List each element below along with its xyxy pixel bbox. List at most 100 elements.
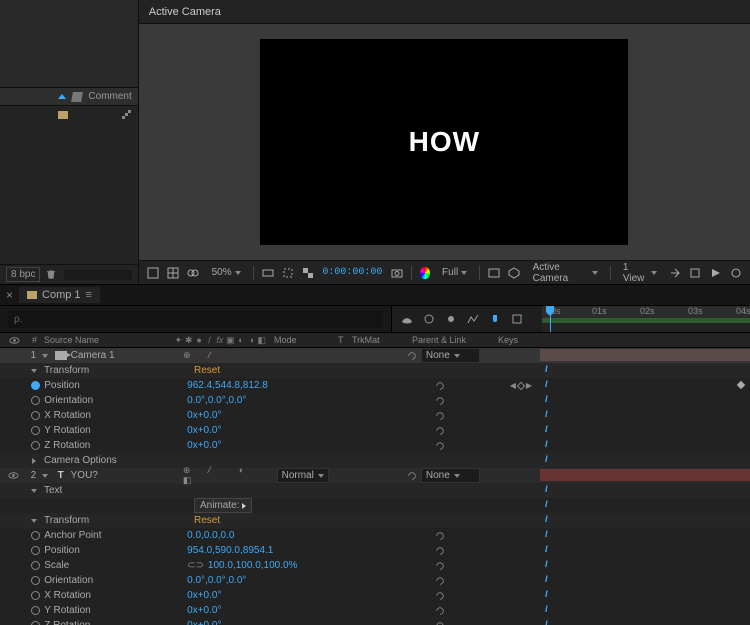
property-row[interactable]: Anchor Point 0.0,0.0,0.0 I bbox=[0, 528, 750, 543]
twirl-icon[interactable] bbox=[31, 489, 37, 493]
num-col-header[interactable]: # bbox=[28, 333, 40, 347]
stopwatch-icon[interactable] bbox=[31, 381, 40, 390]
time-ruler[interactable]: 00s 01s 02s 03s 04s bbox=[542, 306, 750, 332]
property-row[interactable]: Orientation 0.0°,0.0°,0.0° I bbox=[0, 393, 750, 408]
close-tab-icon[interactable]: × bbox=[6, 288, 13, 302]
layer-row[interactable]: 2 TYOU? ⊕ / ◐ ◧ Normal None bbox=[0, 468, 750, 483]
stopwatch-icon[interactable] bbox=[31, 561, 40, 570]
reset-link[interactable]: Reset bbox=[194, 365, 220, 376]
stopwatch-icon[interactable] bbox=[31, 591, 40, 600]
parent-dropdown[interactable]: None bbox=[421, 468, 480, 483]
magnify-icon[interactable] bbox=[147, 266, 159, 280]
keys-col-header[interactable]: Keys bbox=[494, 333, 554, 347]
parent-col-header[interactable]: Parent & Link bbox=[408, 333, 494, 347]
pickwhip-icon[interactable] bbox=[435, 546, 445, 556]
property-value[interactable]: 0x+0.0° bbox=[187, 425, 221, 436]
pickwhip-icon[interactable] bbox=[435, 606, 445, 616]
property-row[interactable]: Z Rotation 0x+0.0° I bbox=[0, 438, 750, 453]
constrain-icon[interactable]: ⊂⊃ bbox=[187, 560, 204, 571]
project-search-well[interactable] bbox=[64, 270, 131, 280]
stopwatch-icon[interactable] bbox=[31, 441, 40, 450]
current-time[interactable]: 0:00:00:00 bbox=[322, 267, 382, 278]
twirl-icon[interactable] bbox=[42, 354, 48, 358]
share-view-icon[interactable] bbox=[669, 266, 681, 280]
snap-icon[interactable] bbox=[488, 312, 502, 326]
parent-dropdown[interactable]: None bbox=[421, 348, 480, 363]
stopwatch-icon[interactable] bbox=[31, 621, 40, 625]
exposure-icon[interactable] bbox=[730, 266, 742, 280]
property-value[interactable]: 954.0,590.0,8954.1 bbox=[187, 545, 273, 556]
pickwhip-icon[interactable] bbox=[435, 576, 445, 586]
layer-tracks-area[interactable]: 1 Camera 1 ⊕ / None Transform Reset I Po… bbox=[0, 348, 750, 625]
property-row[interactable]: X Rotation 0x+0.0° I bbox=[0, 588, 750, 603]
pickwhip-icon[interactable] bbox=[435, 411, 445, 421]
pickwhip-icon[interactable] bbox=[407, 351, 417, 361]
draft3d-icon[interactable] bbox=[508, 266, 520, 280]
property-row[interactable]: Y Rotation 0x+0.0° I bbox=[0, 423, 750, 438]
av-col-icon[interactable] bbox=[9, 335, 20, 346]
snapshot-icon[interactable] bbox=[390, 266, 402, 280]
fast-preview-icon[interactable] bbox=[710, 266, 722, 280]
resolution-dropdown[interactable]: Full bbox=[438, 266, 471, 279]
playhead[interactable] bbox=[550, 306, 551, 332]
work-area-bar[interactable] bbox=[542, 318, 750, 323]
property-row[interactable]: Y Rotation 0x+0.0° I bbox=[0, 603, 750, 618]
property-row[interactable]: Orientation 0.0°,0.0°,0.0° I bbox=[0, 573, 750, 588]
color-management-icon[interactable] bbox=[420, 267, 431, 279]
trkmat-col-header[interactable]: TrkMat bbox=[348, 333, 408, 347]
viewer-tab[interactable]: Active Camera bbox=[139, 0, 750, 24]
view-layout-icon[interactable] bbox=[488, 266, 500, 280]
keyframe-nav[interactable]: ◀▶ bbox=[510, 381, 532, 390]
project-items-area[interactable] bbox=[0, 106, 138, 264]
resolution-icon[interactable] bbox=[262, 266, 274, 280]
pickwhip-icon[interactable] bbox=[407, 471, 417, 481]
bpc-button[interactable]: 8 bpc bbox=[6, 267, 40, 282]
property-value[interactable]: 0x+0.0° bbox=[187, 605, 221, 616]
label-col-icon[interactable] bbox=[58, 94, 66, 99]
twirl-icon[interactable] bbox=[31, 519, 37, 523]
frame-blend-icon[interactable] bbox=[422, 312, 436, 326]
property-value[interactable]: 0x+0.0° bbox=[187, 620, 221, 625]
animate-button[interactable]: Animate: bbox=[194, 498, 252, 513]
twirl-icon[interactable] bbox=[32, 458, 36, 464]
composition-canvas[interactable]: HOW bbox=[260, 39, 628, 245]
stopwatch-icon[interactable] bbox=[31, 576, 40, 585]
pixel-aspect-icon[interactable] bbox=[689, 266, 701, 280]
pickwhip-icon[interactable] bbox=[435, 441, 445, 451]
property-value[interactable]: 0.0,0.0,0.0 bbox=[187, 530, 234, 541]
mask-toggle-icon[interactable] bbox=[187, 266, 199, 280]
property-value[interactable]: 0.0°,0.0°,0.0° bbox=[187, 575, 246, 586]
camera-dropdown[interactable]: Active Camera bbox=[529, 261, 602, 285]
pickwhip-icon[interactable] bbox=[435, 591, 445, 601]
keyframe-marker[interactable] bbox=[737, 381, 745, 389]
trash-icon[interactable] bbox=[46, 269, 56, 280]
property-value[interactable]: 0x+0.0° bbox=[187, 410, 221, 421]
blend-mode-dropdown[interactable]: Normal bbox=[277, 468, 329, 483]
roi-icon[interactable] bbox=[282, 266, 294, 280]
pickwhip-icon[interactable] bbox=[435, 396, 445, 406]
twirl-icon[interactable] bbox=[31, 369, 37, 373]
transparency-icon[interactable] bbox=[302, 266, 314, 280]
twirl-icon[interactable] bbox=[42, 474, 48, 478]
mode-col-header[interactable]: Mode bbox=[270, 333, 334, 347]
tab-menu-icon[interactable]: ≡ bbox=[86, 289, 92, 301]
folder-icon[interactable] bbox=[58, 111, 68, 119]
property-value[interactable]: 0x+0.0° bbox=[187, 590, 221, 601]
property-group-row[interactable]: Camera Options I bbox=[0, 453, 750, 468]
comment-col-header[interactable]: Comment bbox=[88, 91, 131, 102]
property-row[interactable]: Z Rotation 0x+0.0° I bbox=[0, 618, 750, 625]
property-row[interactable]: X Rotation 0x+0.0° I bbox=[0, 408, 750, 423]
timeline-search-input[interactable] bbox=[8, 311, 383, 328]
motion-blur-icon[interactable] bbox=[444, 312, 458, 326]
pickwhip-icon[interactable] bbox=[435, 621, 445, 625]
property-row[interactable]: Position 962.4,544.8,812.8 ◀▶ I bbox=[0, 378, 750, 393]
property-row[interactable]: Scale ⊂⊃ 100.0,100.0,100.0% I bbox=[0, 558, 750, 573]
viewer-body[interactable]: HOW bbox=[139, 24, 750, 260]
t-col-header[interactable]: T bbox=[334, 333, 348, 347]
grid-icon[interactable] bbox=[167, 266, 179, 280]
render-queue-icon[interactable] bbox=[510, 312, 524, 326]
stopwatch-icon[interactable] bbox=[31, 426, 40, 435]
property-value[interactable]: 0x+0.0° bbox=[187, 440, 221, 451]
flowchart-icon[interactable] bbox=[122, 110, 132, 120]
visibility-toggle[interactable] bbox=[8, 470, 19, 481]
